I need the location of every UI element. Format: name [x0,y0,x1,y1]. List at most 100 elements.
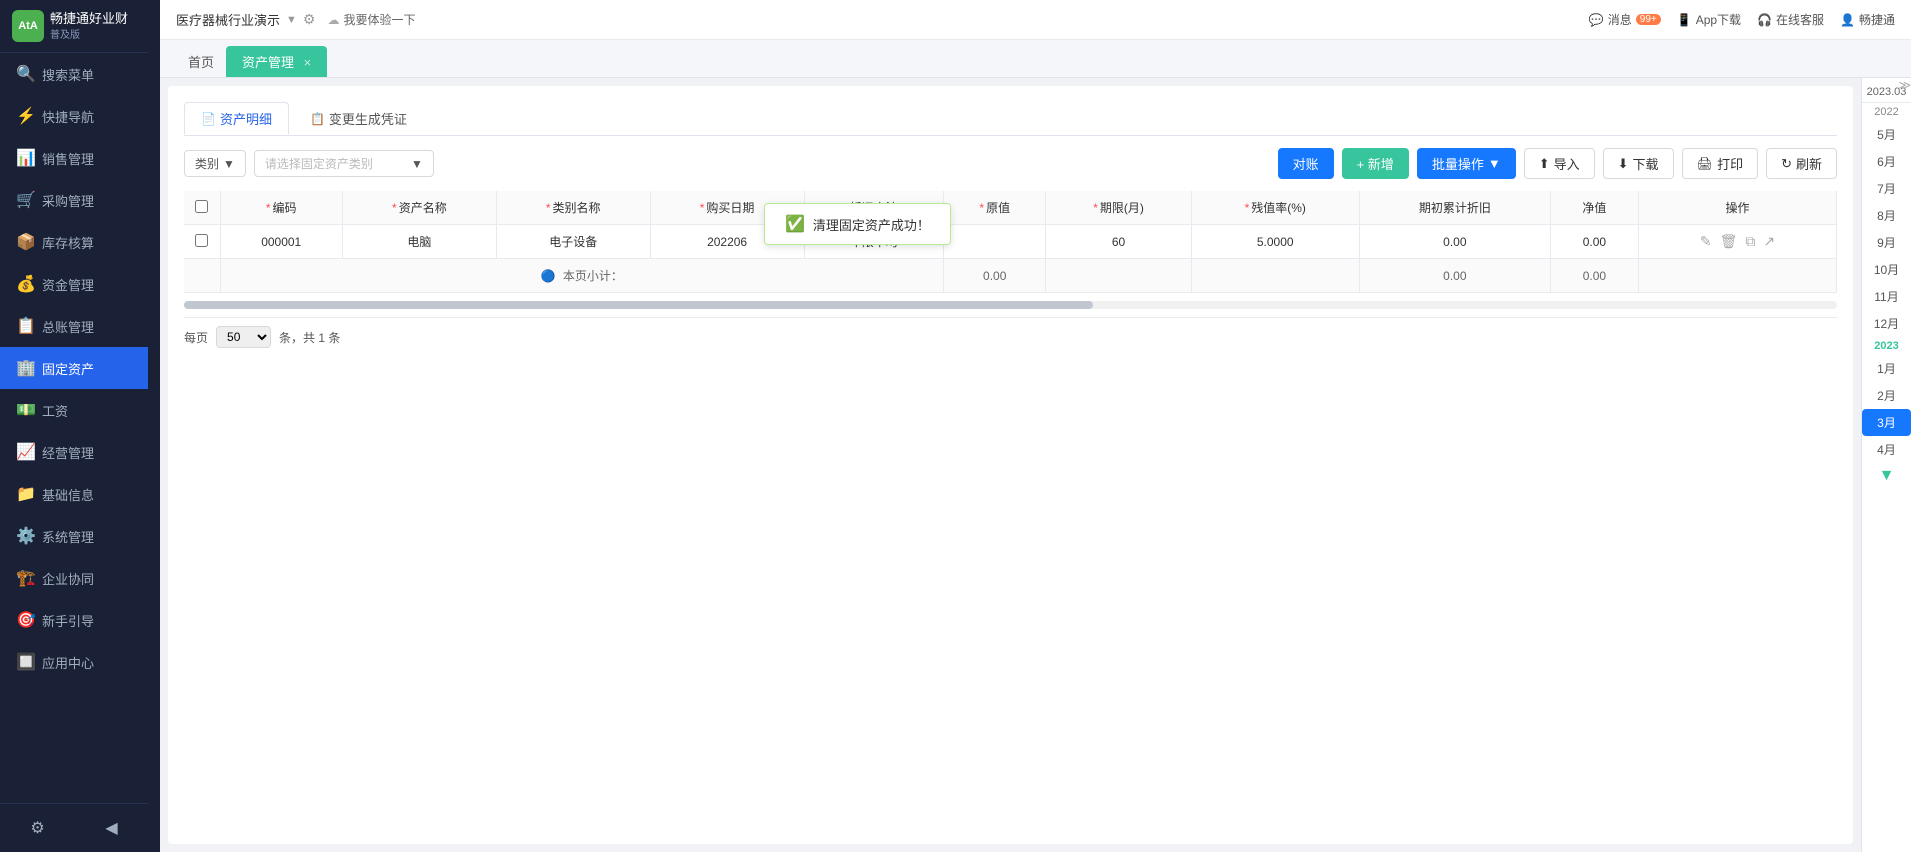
row-checkbox[interactable] [195,234,208,247]
panel-month-9[interactable]: 9月 [1862,229,1911,256]
toast-message: 清理固定资产成功！ [813,215,930,234]
print-button[interactable]: 🖨 打印 [1682,148,1759,179]
voucher-icon: 📋 [310,112,325,126]
ledger-icon: 📋 [16,316,34,336]
year-2023-group: 2023 1月 2月 3月 4月 ▼ [1862,337,1911,489]
header-code: *编码 [220,191,342,225]
select-all-checkbox[interactable] [195,200,208,213]
sidebar-item-app-center[interactable]: 🔲 应用中心 [0,641,148,683]
sidebar-item-payroll[interactable]: 💵 工资 [0,389,148,431]
sub-tab-label: 资产明细 [220,109,272,128]
scrollbar-thumb[interactable] [184,301,1093,309]
copy-icon[interactable]: ⧉ [1745,233,1755,250]
inventory-icon: 📦 [16,232,34,252]
user-menu[interactable]: 👤 畅捷通 [1840,11,1895,28]
sidebar-item-label: 资金管理 [42,275,94,294]
company-selector[interactable]: 医疗器械行业演示 ▼ ⚙ [176,10,315,29]
row-period: 60 [1046,225,1191,259]
sub-tabs: 📄 资产明细 📋 变更生成凭证 [184,102,1837,136]
panel-month-7[interactable]: 7月 [1862,175,1911,202]
sub-tab-voucher[interactable]: 📋 变更生成凭证 [293,102,424,135]
panel-expand-icon[interactable]: ≫ [1898,78,1911,92]
tab-close-icon[interactable]: × [304,55,312,70]
row-net-value: 0.00 [1550,225,1638,259]
panel-month-2-2023[interactable]: 2月 [1862,382,1911,409]
refresh-button[interactable]: ↻ 刷新 [1766,148,1837,179]
sidebar-item-fixed-assets[interactable]: 🏢 固定资产 [0,347,148,389]
panel-month-3-2023[interactable]: 3月 [1862,409,1911,436]
export-label: 导入 [1554,154,1580,173]
purchase-icon: 🛒 [16,190,34,210]
sidebar-item-system[interactable]: ⚙️ 系统管理 [0,515,148,557]
print-label: 打印 [1717,154,1743,173]
category-filter[interactable]: 类别 ▼ [184,150,246,177]
per-page-select[interactable]: 50 100 [216,326,271,348]
sidebar-item-label: 销售管理 [42,149,94,168]
tab-asset-management[interactable]: 资产管理 × [226,46,327,77]
panel-month-10[interactable]: 10月 [1862,256,1911,283]
sidebar-item-sales[interactable]: 📊 销售管理 [0,137,148,179]
sidebar-item-enterprise[interactable]: 🏗️ 企业协同 [0,557,148,599]
new-button[interactable]: + 新增 [1342,148,1409,179]
sidebar-bottom: ⚙ ◀ [0,803,148,852]
sidebar-resize-handle[interactable] [148,0,160,852]
app-download-icon: 📱 [1677,13,1692,27]
settings-bottom-icon[interactable]: ⚙ [24,812,50,844]
edit-icon[interactable]: ✎ [1700,233,1712,250]
sales-icon: 📊 [16,148,34,168]
customer-service-icon: 🎧 [1757,13,1772,27]
sidebar-item-ledger[interactable]: 📋 总账管理 [0,305,148,347]
download-button[interactable]: ⬇ 下载 [1603,148,1674,179]
panel-expand-months-button[interactable]: ▼ [1862,463,1911,489]
delete-icon[interactable]: 🗑 [1720,233,1738,250]
panel-month-1-2023[interactable]: 1月 [1862,355,1911,382]
batch-arrow-icon: ▼ [1488,156,1501,171]
app-download-button[interactable]: 📱 App下载 [1677,11,1741,28]
sidebar: AtA 畅捷通好业财 普及版 🔍 搜索菜单 ⚡ 快捷导航 📊 销售管理 🛒 采购… [0,0,148,852]
success-toast: ✅ 清理固定资产成功！ [764,203,951,245]
header-net-value: 净值 [1550,191,1638,225]
user-label: 畅捷通 [1859,11,1895,28]
reconcile-button[interactable]: 对账 [1278,148,1334,179]
export-button[interactable]: ⬆ 导入 [1524,148,1595,179]
category-input[interactable]: 请选择固定资产类别 ▼ [254,150,434,177]
message-button[interactable]: 💬 消息 99+ [1589,11,1661,28]
sidebar-item-business[interactable]: 📈 经营管理 [0,431,148,473]
sidebar-nav: 🔍 搜索菜单 ⚡ 快捷导航 📊 销售管理 🛒 采购管理 📦 库存核算 💰 资金管… [0,53,148,803]
panel-month-4-2023[interactable]: 4月 [1862,436,1911,463]
sidebar-item-basic-info[interactable]: 📁 基础信息 [0,473,148,515]
header-category: *类别名称 [496,191,650,225]
company-settings-icon[interactable]: ⚙ [303,11,316,28]
panel-month-6[interactable]: 6月 [1862,148,1911,175]
panel-month-11[interactable]: 11月 [1862,283,1911,310]
sub-tab-asset-detail[interactable]: 📄 资产明细 [184,102,289,135]
more-icon[interactable]: ↗ [1763,233,1775,250]
tabs-bar: 首页 资产管理 × [160,40,1911,78]
pagination-total: 条，共 1 条 [279,329,340,346]
sidebar-item-guide[interactable]: 🎯 新手引导 [0,599,148,641]
panel-month-5[interactable]: 5月 [1862,121,1911,148]
guide-icon: 🎯 [16,610,34,630]
sidebar-item-funds[interactable]: 💰 资金管理 [0,263,148,305]
experience-button[interactable]: ☁ 我要体验一下 [327,11,415,28]
sidebar-item-label: 总账管理 [42,317,94,336]
sidebar-item-label: 搜索菜单 [42,65,94,84]
batch-button[interactable]: 批量操作 ▼ [1417,148,1516,179]
horizontal-scrollbar[interactable] [184,301,1837,309]
year-2023-label: 2023 [1862,337,1911,355]
sidebar-item-search[interactable]: 🔍 搜索菜单 [0,53,148,95]
tab-home[interactable]: 首页 [176,46,226,77]
toggle-sidebar-icon[interactable]: ◀ [99,812,123,844]
sidebar-item-purchase[interactable]: 🛒 采购管理 [0,179,148,221]
table-body: 000001 电脑 电子设备 202206 年限平均 60 5.0000 0.0… [184,225,1837,293]
app-download-label: App下载 [1696,11,1741,28]
sidebar-item-quick-nav[interactable]: ⚡ 快捷导航 [0,95,148,137]
panel-month-8[interactable]: 8月 [1862,202,1911,229]
page-content: 📄 资产明细 📋 变更生成凭证 类别 ▼ 请选择固定资产类别 [168,86,1853,844]
customer-service-button[interactable]: 🎧 在线客服 [1757,11,1824,28]
panel-month-12[interactable]: 12月 [1862,310,1911,337]
header-period: *期限(月) [1046,191,1191,225]
sidebar-item-inventory[interactable]: 📦 库存核算 [0,221,148,263]
batch-label: 批量操作 [1432,154,1484,173]
logo-sub: 普及版 [50,26,128,41]
